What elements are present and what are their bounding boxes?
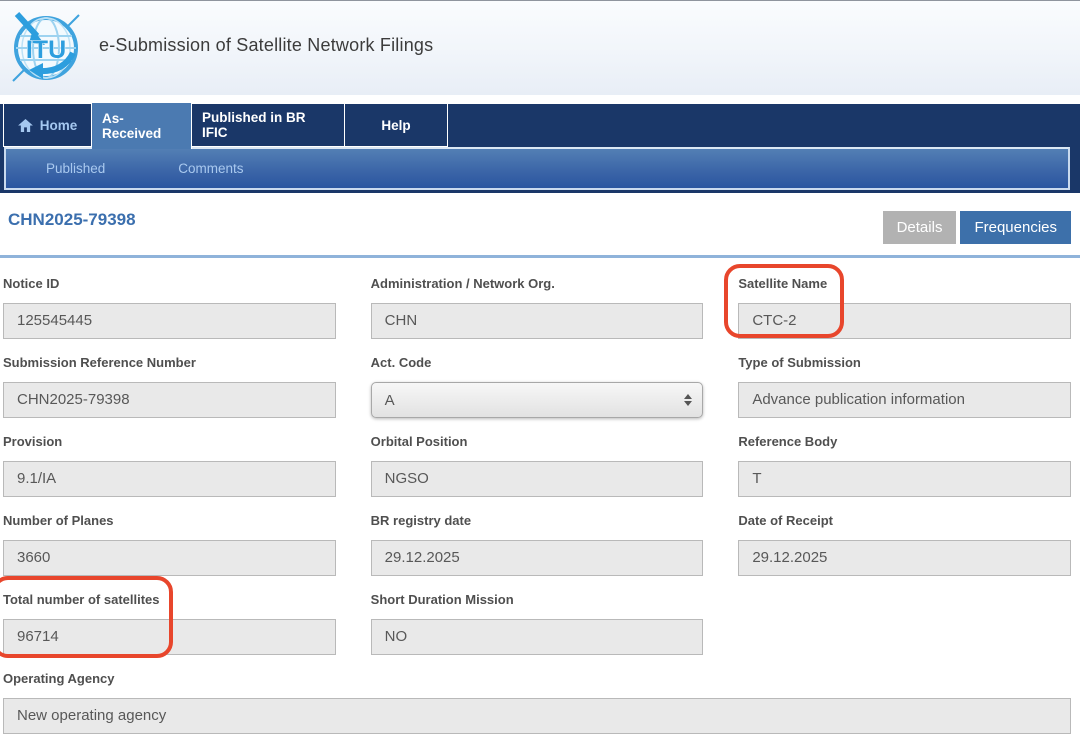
field-notice-id: Notice ID 125545445 <box>3 276 336 339</box>
field-administration: Administration / Network Org. CHN <box>371 276 704 339</box>
field-total-number-of-satellites: Total number of satellites 96714 <box>3 592 336 655</box>
subnav-item-published[interactable]: Published <box>46 161 105 176</box>
field-br-registry-date-label: BR registry date <box>371 513 704 528</box>
field-administration-value: CHN <box>371 303 704 339</box>
subnav-panel: Published Comments <box>4 147 1070 190</box>
field-submission-reference-number-label: Submission Reference Number <box>3 355 336 370</box>
tab-help[interactable]: Help <box>345 104 448 147</box>
field-submission-reference-number: Submission Reference Number CHN2025-7939… <box>3 355 336 418</box>
field-notice-id-label: Notice ID <box>3 276 336 291</box>
field-provision-value: 9.1/IA <box>3 461 336 497</box>
tab-published-in-br-ific[interactable]: Published in BR IFIC <box>192 104 345 147</box>
sub-navigation: Published Comments <box>0 147 1080 193</box>
details-button[interactable]: Details <box>883 211 957 244</box>
empty-grid-cell <box>738 592 1071 655</box>
field-operating-agency: Operating Agency New operating agency <box>3 671 1071 734</box>
tab-home-label: Home <box>40 118 78 133</box>
field-orbital-position: Orbital Position NGSO <box>371 434 704 497</box>
tab-published-in-br-ific-label: Published in BR IFIC <box>202 110 334 140</box>
field-type-of-submission-value: Advance publication information <box>738 382 1071 418</box>
field-short-duration-mission-value: NO <box>371 619 704 655</box>
nav-tabs: Home As-Received Published in BR IFIC He… <box>3 102 448 147</box>
field-date-of-receipt-value: 29.12.2025 <box>738 540 1071 576</box>
field-date-of-receipt-label: Date of Receipt <box>738 513 1071 528</box>
field-orbital-position-label: Orbital Position <box>371 434 704 449</box>
itu-logo-icon: ITU <box>7 9 85 87</box>
field-type-of-submission-label: Type of Submission <box>738 355 1071 370</box>
field-administration-label: Administration / Network Org. <box>371 276 704 291</box>
svg-text:ITU: ITU <box>26 36 66 64</box>
subnav-item-comments[interactable]: Comments <box>178 161 243 176</box>
field-provision: Provision 9.1/IA <box>3 434 336 497</box>
field-notice-id-value: 125545445 <box>3 303 336 339</box>
field-reference-body-value: T <box>738 461 1071 497</box>
frequencies-button[interactable]: Frequencies <box>960 211 1071 244</box>
field-operating-agency-value: New operating agency <box>3 698 1071 734</box>
field-satellite-name-value: CTC-2 <box>738 303 1071 339</box>
field-number-of-planes-value: 3660 <box>3 540 336 576</box>
field-type-of-submission: Type of Submission Advance publication i… <box>738 355 1071 418</box>
view-switch-buttons: Details Frequencies <box>883 211 1071 244</box>
field-total-number-of-satellites-label: Total number of satellites <box>3 592 336 607</box>
field-br-registry-date-value: 29.12.2025 <box>371 540 704 576</box>
tab-as-received-label: As-Received <box>102 111 181 141</box>
home-icon <box>18 119 33 132</box>
tab-help-label: Help <box>381 118 410 133</box>
field-reference-body-label: Reference Body <box>738 434 1071 449</box>
field-reference-body: Reference Body T <box>738 434 1071 497</box>
main-navigation: Home As-Received Published in BR IFIC He… <box>0 95 1080 147</box>
field-number-of-planes-label: Number of Planes <box>3 513 336 528</box>
field-act-code: Act. Code A <box>371 355 704 418</box>
tab-as-received[interactable]: As-Received <box>92 102 192 149</box>
act-code-selected-value: A <box>385 392 395 409</box>
select-arrows-icon <box>684 394 692 406</box>
field-short-duration-mission: Short Duration Mission NO <box>371 592 704 655</box>
app-header: ITU e-Submission of Satellite Network Fi… <box>0 0 1080 95</box>
app-title: e-Submission of Satellite Network Filing… <box>99 35 433 56</box>
page-title: CHN2025-79398 <box>8 210 136 230</box>
field-number-of-planes: Number of Planes 3660 <box>3 513 336 576</box>
page-head: CHN2025-79398 Details Frequencies <box>0 193 1080 255</box>
field-satellite-name: Satellite Name CTC-2 <box>738 276 1071 339</box>
field-short-duration-mission-label: Short Duration Mission <box>371 592 704 607</box>
field-satellite-name-label: Satellite Name <box>738 276 1071 291</box>
field-submission-reference-number-value: CHN2025-79398 <box>3 382 336 418</box>
field-act-code-label: Act. Code <box>371 355 704 370</box>
field-br-registry-date: BR registry date 29.12.2025 <box>371 513 704 576</box>
tab-home[interactable]: Home <box>3 104 92 147</box>
notice-details-form: Notice ID 125545445 Administration / Net… <box>3 276 1071 734</box>
field-orbital-position-value: NGSO <box>371 461 704 497</box>
title-divider <box>0 255 1080 258</box>
field-date-of-receipt: Date of Receipt 29.12.2025 <box>738 513 1071 576</box>
field-total-number-of-satellites-value: 96714 <box>3 619 336 655</box>
act-code-select[interactable]: A <box>371 382 704 418</box>
field-provision-label: Provision <box>3 434 336 449</box>
field-operating-agency-label: Operating Agency <box>3 671 1071 686</box>
